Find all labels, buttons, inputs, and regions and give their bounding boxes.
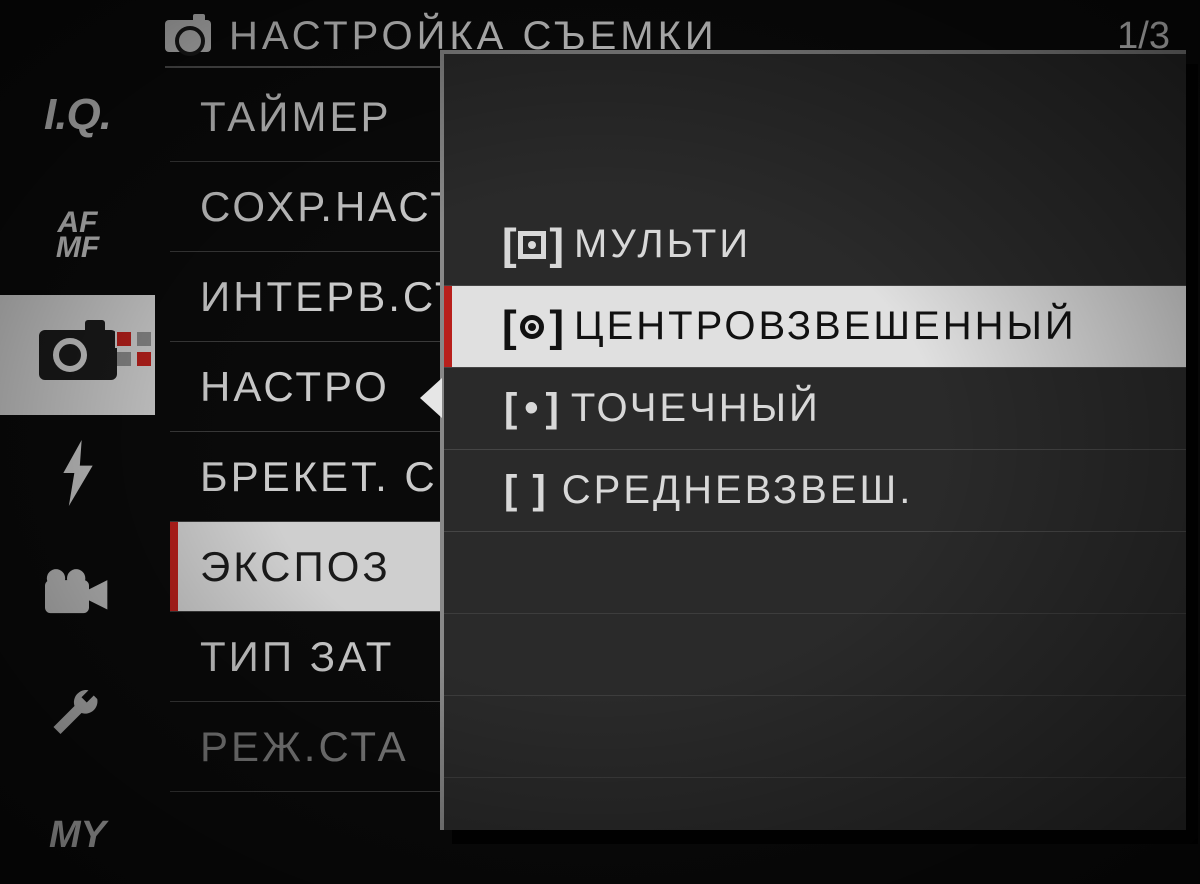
metering-option-multi[interactable]: [] МУЛЬТИ (444, 204, 1186, 286)
metering-submenu: [] МУЛЬТИ [] ЦЕНТРОВЗВЕШЕННЫЙ [ • ] ТОЧЕ… (440, 50, 1186, 830)
afmf-icon: AF MF (56, 210, 99, 261)
option-label: МУЛЬТИ (574, 222, 751, 267)
sidebar: I.Q. AF MF MY (0, 55, 155, 884)
multi-metering-icon: [] (504, 225, 560, 265)
metering-option-average[interactable]: [ ] СРЕДНЕВЗВЕШ. (444, 450, 1186, 532)
option-label: СРЕДНЕВЗВЕШ. (562, 468, 914, 513)
metering-option-center-weighted[interactable]: [] ЦЕНТРОВЗВЕШЕННЫЙ (444, 286, 1186, 368)
metering-option-spot[interactable]: [ • ] ТОЧЕЧНЫЙ (444, 368, 1186, 450)
sidebar-tab-movie[interactable] (0, 535, 155, 655)
sidebar-tab-shooting[interactable] (0, 295, 155, 415)
sidebar-tab-flash[interactable] (0, 415, 155, 535)
sidebar-tab-afmf[interactable]: AF MF (0, 175, 155, 295)
wrench-icon (50, 685, 106, 746)
sidebar-tab-setup[interactable] (0, 655, 155, 775)
average-metering-icon: [ ] (504, 468, 548, 513)
option-label: ТОЧЕЧНЫЙ (571, 386, 821, 431)
option-label: ЦЕНТРОВЗВЕШЕННЫЙ (574, 304, 1077, 349)
submenu-empty-row (444, 532, 1186, 614)
camera-icon (165, 20, 211, 52)
submenu-empty-row (444, 696, 1186, 778)
movie-icon (45, 568, 111, 623)
spot-metering-icon: [ • ] (504, 386, 557, 431)
center-weighted-icon: [] (504, 307, 560, 347)
sidebar-tab-my[interactable]: MY (0, 775, 155, 884)
iq-icon: I.Q. (44, 90, 111, 140)
my-icon: MY (49, 814, 106, 857)
camera-shooting-icon (39, 330, 117, 380)
sidebar-tab-iq[interactable]: I.Q. (0, 55, 155, 175)
submenu-pointer-icon (420, 378, 442, 418)
submenu-empty-row (444, 614, 1186, 696)
flash-icon (56, 440, 100, 511)
